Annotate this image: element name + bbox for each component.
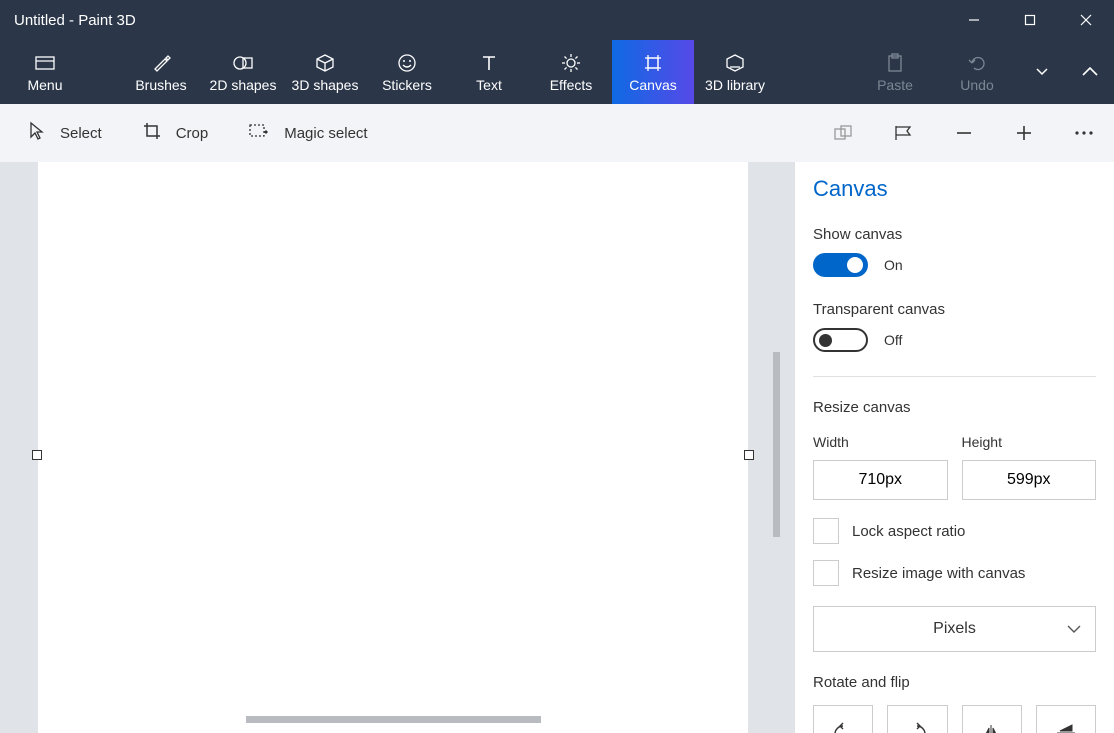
rotate-flip-label: Rotate and flip (813, 674, 1096, 691)
flip-vertical-button[interactable] (1036, 705, 1096, 733)
3d-shapes-tab[interactable]: 3D shapes (284, 40, 366, 104)
main-toolbar: Menu Brushes 2D shapes 3D shapes Sticker… (0, 40, 1114, 104)
3d-shapes-icon (315, 52, 335, 74)
stickers-label: Stickers (382, 77, 432, 93)
vertical-scrollbar[interactable] (773, 352, 780, 537)
2d-shapes-label: 2D shapes (210, 77, 277, 93)
canvas-viewport[interactable] (0, 162, 794, 733)
width-input[interactable] (813, 460, 948, 500)
magic-select-icon (248, 122, 270, 144)
menu-label: Menu (27, 77, 62, 93)
paste-label: Paste (877, 77, 913, 93)
canvas-icon (643, 52, 663, 74)
text-label: Text (476, 77, 502, 93)
magic-select-tool[interactable]: Magic select (228, 104, 387, 162)
stickers-icon (397, 52, 417, 74)
2d-shapes-icon (232, 52, 254, 74)
more-button[interactable] (1054, 104, 1114, 162)
undo-label: Undo (960, 77, 993, 93)
effects-tab[interactable]: Effects (530, 40, 612, 104)
width-label: Width (813, 434, 948, 450)
canvas-surface[interactable] (38, 162, 748, 733)
select-tool[interactable]: Select (8, 104, 122, 162)
rotate-ccw-button[interactable] (813, 705, 873, 733)
effects-label: Effects (550, 77, 593, 93)
height-label: Height (962, 434, 1097, 450)
brush-icon (151, 52, 171, 74)
sub-toolbar: Select Crop Magic select (0, 104, 1114, 162)
show-canvas-state: On (884, 257, 903, 273)
text-tab[interactable]: Text (448, 40, 530, 104)
menu-icon (34, 52, 56, 74)
history-dropdown[interactable] (1018, 40, 1066, 104)
resize-handle-left[interactable] (32, 450, 42, 460)
menu-button[interactable]: Menu (0, 40, 90, 104)
text-icon (479, 52, 499, 74)
canvas-tab[interactable]: Canvas (612, 40, 694, 104)
magic-select-label: Magic select (284, 125, 367, 142)
cursor-icon (28, 121, 46, 145)
3d-library-icon (725, 52, 745, 74)
resize-image-label: Resize image with canvas (852, 565, 1025, 582)
title-bar: Untitled - Paint 3D (0, 0, 1114, 40)
transparent-canvas-toggle[interactable] (813, 328, 868, 352)
paste-button[interactable]: Paste (854, 40, 936, 104)
crop-tool[interactable]: Crop (122, 104, 229, 162)
rotate-cw-button[interactable] (887, 705, 947, 733)
stickers-tab[interactable]: Stickers (366, 40, 448, 104)
zoom-out-button[interactable] (934, 104, 994, 162)
close-button[interactable] (1058, 0, 1114, 40)
group-button[interactable] (814, 104, 874, 162)
3d-library-tab[interactable]: 3D library (694, 40, 776, 104)
show-canvas-label: Show canvas (813, 226, 1096, 243)
effects-icon (561, 52, 581, 74)
main-area: Canvas Show canvas On Transparent canvas… (0, 162, 1114, 733)
brushes-tab[interactable]: Brushes (120, 40, 202, 104)
chevron-down-icon (1067, 620, 1081, 638)
units-select[interactable]: Pixels (813, 606, 1096, 652)
lock-aspect-checkbox[interactable] (813, 518, 839, 544)
3d-library-label: 3D library (705, 77, 765, 93)
transparent-canvas-label: Transparent canvas (813, 301, 1096, 318)
show-canvas-toggle[interactable] (813, 253, 868, 277)
units-value: Pixels (933, 620, 976, 638)
resize-canvas-label: Resize canvas (813, 399, 1096, 416)
resize-image-checkbox[interactable] (813, 560, 839, 586)
side-panel: Canvas Show canvas On Transparent canvas… (794, 162, 1114, 733)
brushes-label: Brushes (135, 77, 186, 93)
paste-icon (886, 52, 904, 74)
3d-shapes-label: 3D shapes (292, 77, 359, 93)
resize-handle-right[interactable] (744, 450, 754, 460)
expand-panel-button[interactable] (1066, 40, 1114, 104)
zoom-in-button[interactable] (994, 104, 1054, 162)
crop-icon (142, 121, 162, 145)
maximize-button[interactable] (1002, 0, 1058, 40)
undo-button[interactable]: Undo (936, 40, 1018, 104)
flip-horizontal-button[interactable] (962, 705, 1022, 733)
minimize-button[interactable] (946, 0, 1002, 40)
height-input[interactable] (962, 460, 1097, 500)
canvas-label: Canvas (629, 77, 676, 93)
window-title: Untitled - Paint 3D (14, 12, 946, 29)
lock-aspect-label: Lock aspect ratio (852, 523, 965, 540)
flag-button[interactable] (874, 104, 934, 162)
undo-icon (967, 52, 987, 74)
panel-title: Canvas (813, 176, 1096, 202)
window-controls (946, 0, 1114, 40)
transparent-canvas-state: Off (884, 332, 902, 348)
divider (813, 376, 1096, 377)
horizontal-scrollbar[interactable] (246, 716, 541, 723)
crop-label: Crop (176, 125, 209, 142)
2d-shapes-tab[interactable]: 2D shapes (202, 40, 284, 104)
select-label: Select (60, 125, 102, 142)
